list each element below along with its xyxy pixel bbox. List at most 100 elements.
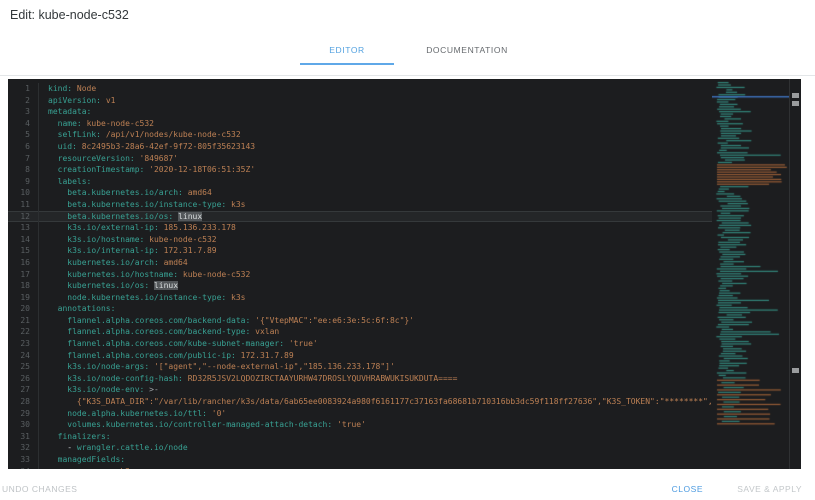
code-line[interactable]: 7 resourceVersion: '849687': [8, 152, 801, 165]
code-line-text: - wrangler.cattle.io/node: [48, 443, 188, 453]
tab-editor[interactable]: EDITOR: [300, 45, 394, 65]
code-line-text: volumes.kubernetes.io/controller-managed…: [67, 420, 366, 430]
code-line[interactable]: 20 annotations:: [8, 303, 801, 315]
code-line[interactable]: 25 k3s.io/node-args: '["agent","--node-e…: [8, 361, 801, 373]
editor-minimap[interactable]: [712, 79, 790, 469]
yaml-editor[interactable]: 1 kind: Node 2 apiVersion: v1 3 metadata: 4 na…: [8, 79, 801, 469]
code-line-text: name: kube-node-c532: [57, 118, 154, 128]
line-number: 18: [8, 280, 39, 292]
line-number: 21: [8, 314, 39, 327]
code-line[interactable]: 21 flannel.alpha.coreos.com/backend-data…: [8, 314, 801, 327]
code-line[interactable]: 28 {"K3S_DATA_DIR":"/var/lib/rancher/k3s…: [8, 396, 801, 408]
code-line[interactable]: 18 kubernetes.io/os: linux: [8, 280, 801, 292]
code-line[interactable]: 17 kubernetes.io/hostname: kube-node-c53…: [8, 268, 801, 281]
code-line[interactable]: 12 beta.kubernetes.io/os: linux: [8, 210, 801, 223]
close-button[interactable]: CLOSE: [672, 484, 703, 494]
code-line[interactable]: 22 flannel.alpha.coreos.com/backend-type…: [8, 326, 801, 339]
code-line[interactable]: 6 uid: 8c2495b3-28a6-42ef-9f72-805f35623…: [8, 140, 801, 153]
code-line-text: kind: Node: [48, 84, 97, 93]
line-number: 11: [8, 198, 39, 211]
code-line[interactable]: 3 metadata:: [8, 106, 801, 118]
code-line[interactable]: 23 flannel.alpha.coreos.com/kube-subnet-…: [8, 338, 801, 350]
code-line[interactable]: 11 beta.kubernetes.io/instance-type: k3s: [8, 198, 801, 211]
line-number: 22: [8, 326, 39, 339]
code-line[interactable]: 24 flannel.alpha.coreos.com/public-ip: 1…: [8, 349, 801, 362]
save-apply-button[interactable]: SAVE & APPLY: [737, 484, 802, 494]
code-line[interactable]: 4 name: kube-node-c532: [8, 117, 801, 130]
tab-bar-divider: [0, 75, 815, 76]
code-line-text: k3s.io/external-ip: 185.136.233.178: [67, 223, 236, 233]
line-number: 32: [8, 442, 39, 454]
code-line-text: k3s.io/node-config-hash: RD32R5JSV2LQDOZ…: [67, 373, 458, 383]
code-line[interactable]: 5 selfLink: /api/v1/nodes/kube-node-c532: [8, 129, 801, 141]
scrollbar-marker[interactable]: [792, 93, 799, 98]
line-number: 27: [8, 384, 39, 397]
code-line[interactable]: 15 k3s.io/internal-ip: 172.31.7.89: [8, 245, 801, 257]
code-line-text: {"K3S_DATA_DIR":"/var/lib/rancher/k3s/da…: [76, 397, 742, 407]
undo-changes-button[interactable]: UNDO CHANGES: [2, 484, 77, 494]
code-line-text: labels:: [57, 176, 92, 186]
code-line[interactable]: 10 beta.kubernetes.io/arch: amd64: [8, 187, 801, 199]
code-line[interactable]: 33 managedFields:: [8, 454, 801, 466]
code-line[interactable]: 14 k3s.io/hostname: kube-node-c532: [8, 233, 801, 246]
code-line[interactable]: 30 volumes.kubernetes.io/controller-mana…: [8, 419, 801, 431]
code-line[interactable]: 31 finalizers:: [8, 430, 801, 443]
code-line-text: creationTimestamp: '2020-12-18T06:51:35Z…: [57, 165, 256, 175]
code-line[interactable]: 27 k3s.io/node-env: >-: [8, 384, 801, 397]
action-bar: UNDO CHANGES CLOSE SAVE & APPLY: [0, 478, 815, 500]
code-line-text: kubernetes.io/hostname: kube-node-c532: [67, 269, 251, 279]
code-line-text: flannel.alpha.coreos.com/public-ip: 172.…: [67, 350, 294, 360]
code-line[interactable]: 1 kind: Node: [8, 83, 801, 95]
code-line-text: metadata:: [48, 107, 92, 117]
line-number: 23: [8, 338, 39, 350]
tab-documentation[interactable]: DOCUMENTATION: [420, 45, 514, 65]
code-line-text: kubernetes.io/arch: amd64: [67, 257, 188, 267]
scrollbar-marker[interactable]: [792, 101, 799, 106]
line-number: 16: [8, 256, 39, 269]
code-line-text: kubernetes.io/os: linux: [67, 281, 179, 291]
code-line-text: uid: 8c2495b3-28a6-42ef-9f72-805f3562314…: [57, 141, 256, 151]
line-number: 33: [8, 454, 39, 466]
code-line[interactable]: 29 node.alpha.kubernetes.io/ttl: '0': [8, 407, 801, 420]
code-line[interactable]: 19 node.kubernetes.io/instance-type: k3s: [8, 291, 801, 304]
code-line-text: - manager: k3s: [39, 466, 134, 469]
code-line-text: annotations:: [57, 304, 116, 314]
code-line-text: finalizers:: [57, 431, 111, 441]
code-line-text: resourceVersion: '849687': [57, 153, 179, 163]
code-line-text: node.alpha.kubernetes.io/ttl: '0': [67, 408, 227, 418]
code-line[interactable]: 2 apiVersion: v1: [8, 94, 801, 107]
line-number: 9: [8, 175, 39, 188]
line-number: 19: [8, 291, 39, 304]
editor-code-area[interactable]: 1 kind: Node 2 apiVersion: v1 3 metadata: 4 na…: [8, 79, 801, 469]
line-number: 1: [8, 83, 39, 95]
line-number: 29: [8, 407, 39, 420]
code-line-text: flannel.alpha.coreos.com/backend-data: '…: [67, 315, 415, 325]
line-number: 30: [8, 419, 39, 431]
line-number: 6: [8, 140, 39, 153]
code-line-text: k3s.io/internal-ip: 172.31.7.89: [67, 246, 217, 256]
code-line-text: selfLink: /api/v1/nodes/kube-node-c532: [57, 130, 241, 140]
edit-resource-page: Edit: kube-node-c532 EDITOR DOCUMENTATIO…: [0, 0, 815, 500]
code-line-text: flannel.alpha.coreos.com/kube-subnet-man…: [67, 339, 318, 349]
code-line-text: k3s.io/node-args: '["agent","--node-exte…: [67, 362, 395, 372]
line-number: 3: [8, 106, 39, 118]
code-line-text: beta.kubernetes.io/os: linux: [67, 211, 203, 221]
code-line[interactable]: 13 k3s.io/external-ip: 185.136.233.178: [8, 222, 801, 234]
code-line[interactable]: 16 kubernetes.io/arch: amd64: [8, 256, 801, 269]
code-line-text: beta.kubernetes.io/instance-type: k3s: [67, 199, 246, 209]
code-line-text: k3s.io/node-env: >-: [67, 385, 159, 395]
code-line[interactable]: 26 k3s.io/node-config-hash: RD32R5JSV2LQ…: [8, 372, 801, 385]
line-number: 7: [8, 152, 39, 165]
code-line-text: k3s.io/hostname: kube-node-c532: [67, 234, 217, 244]
editor-scrollbar[interactable]: [789, 79, 801, 469]
code-line-text: managedFields:: [57, 455, 126, 464]
page-title: Edit: kube-node-c532: [10, 8, 129, 22]
line-number: 14: [8, 233, 39, 246]
line-number: 20: [8, 303, 39, 315]
code-line[interactable]: 34 - manager: k3s: [8, 465, 801, 469]
code-line[interactable]: 9 labels:: [8, 175, 801, 188]
scrollbar-marker[interactable]: [792, 368, 799, 373]
code-line[interactable]: 8 creationTimestamp: '2020-12-18T06:51:3…: [8, 164, 801, 176]
code-line[interactable]: 32 - wrangler.cattle.io/node: [8, 442, 801, 454]
line-number: 34: [8, 465, 39, 469]
